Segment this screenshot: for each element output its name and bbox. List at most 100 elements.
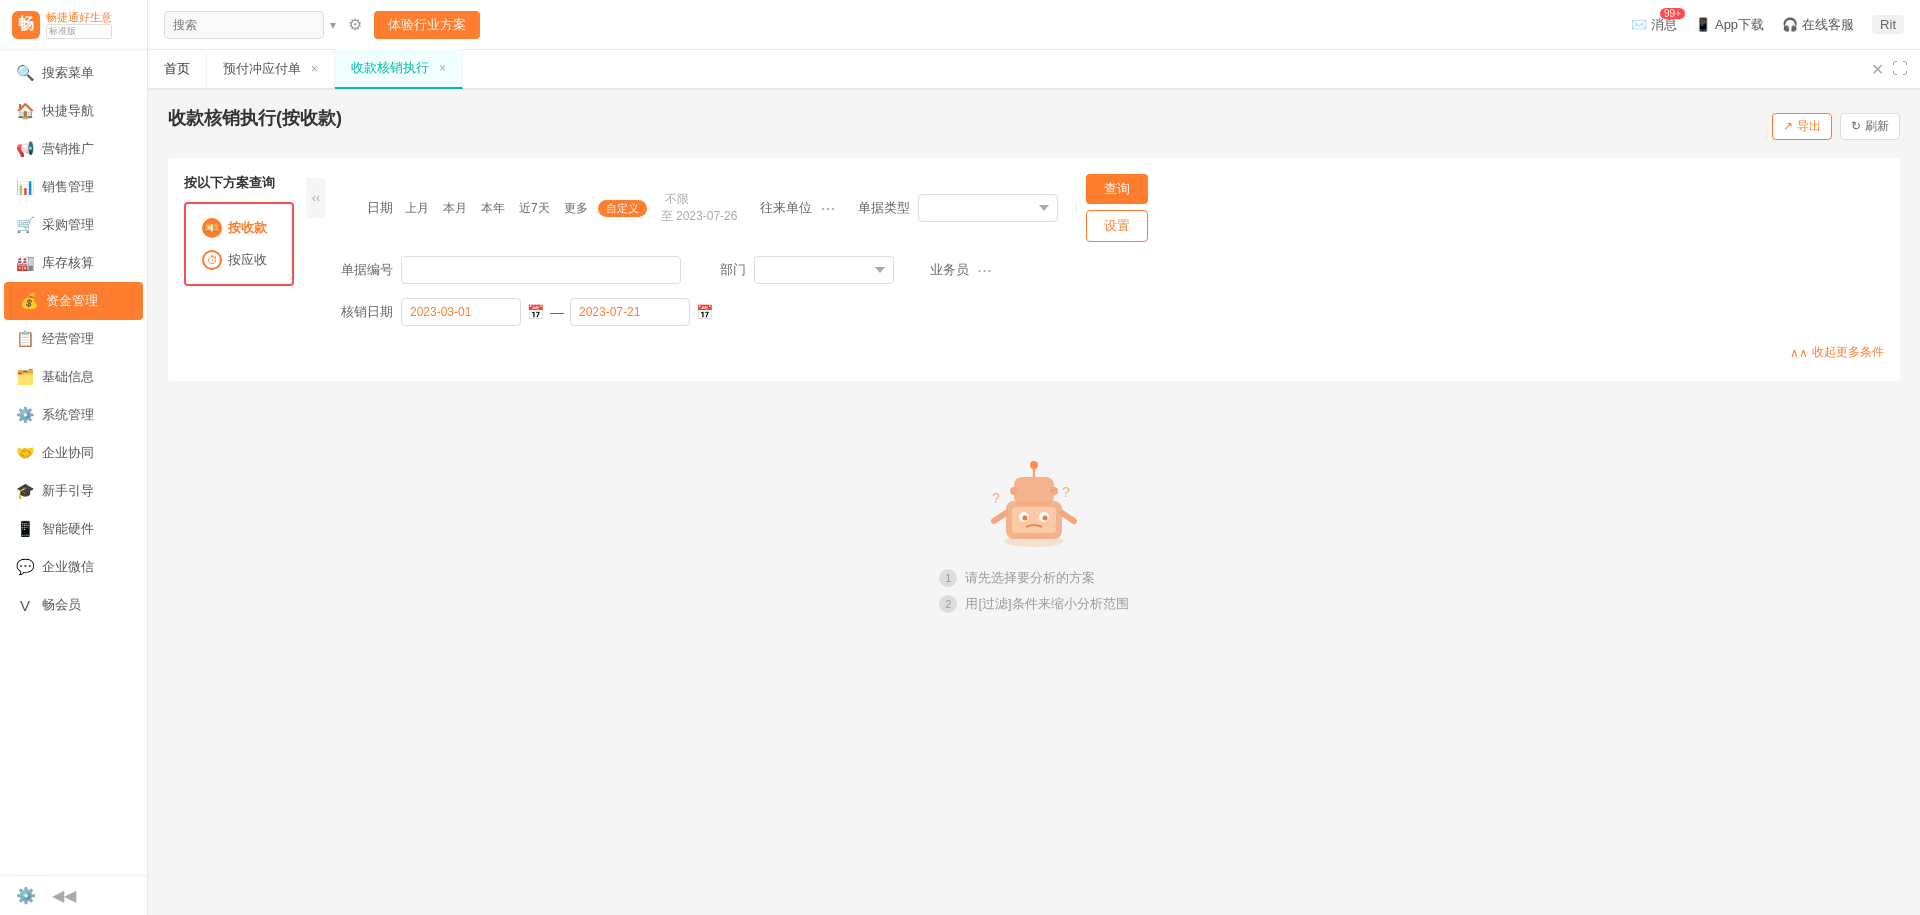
salesperson-input[interactable]: ···	[977, 260, 992, 281]
svg-rect-2	[1012, 507, 1056, 533]
settings-bottom-icon[interactable]: ⚙️	[16, 886, 36, 905]
writeoff-end-input[interactable]	[570, 298, 690, 326]
sidebar-item-inventory[interactable]: 🏭 库存核算	[0, 244, 147, 282]
filter-option-by-receivable[interactable]: ⏱ 按应收	[194, 244, 284, 276]
date-btn-more[interactable]: 更多	[560, 198, 592, 219]
bill-no-input[interactable]	[401, 256, 681, 284]
dept-select[interactable]	[754, 256, 894, 284]
basic-icon: 🗂️	[16, 368, 34, 386]
settings-button[interactable]: 设置	[1086, 210, 1148, 242]
sidebar-item-search[interactable]: 🔍 搜索菜单	[0, 54, 147, 92]
purchase-icon: 🛒	[16, 216, 34, 234]
counterparty-input[interactable]: ···	[820, 198, 835, 219]
sidebar-item-cooperation[interactable]: 🤝 企业协同	[0, 434, 147, 472]
sidebar: 畅 畅捷通好生意 标准版 🔍 搜索菜单 🏠 快捷导航 📢 营销推广 📊 销售管理…	[0, 0, 148, 915]
sidebar-item-wechat[interactable]: 💬 企业微信	[0, 548, 147, 586]
member-icon: V	[16, 596, 34, 614]
topbar-user[interactable]: Rit	[1872, 15, 1904, 34]
svg-point-6	[1043, 516, 1048, 521]
filter-sidebar-title: 按以下方案查询	[184, 174, 294, 192]
collapse-sidebar-icon[interactable]: ◀◀	[52, 886, 76, 905]
topbar-search-input[interactable]	[164, 11, 324, 39]
inventory-icon: 🏭	[16, 254, 34, 272]
sidebar-item-purchase-label: 采购管理	[42, 216, 94, 234]
sidebar-item-marketing[interactable]: 📢 营销推广	[0, 130, 147, 168]
service-label: 在线客服	[1802, 16, 1854, 34]
topbar-chevron-icon[interactable]: ▾	[330, 18, 336, 32]
tab-receipts-close[interactable]: ×	[439, 61, 446, 75]
date-btn-this-year[interactable]: 本年	[477, 198, 509, 219]
topbar-app-download[interactable]: 📱 App下载	[1695, 16, 1764, 34]
writeoff-date-label: 核销日期	[338, 303, 393, 321]
date-btn-custom[interactable]: 自定义	[598, 200, 647, 217]
sidebar-item-hardware[interactable]: 📱 智能硬件	[0, 510, 147, 548]
sidebar-item-member[interactable]: V 畅会员	[0, 586, 147, 624]
bill-type-label: 单据类型	[855, 199, 910, 217]
dept-label: 部门	[701, 261, 746, 279]
date-btn-this-month[interactable]: 本月	[439, 198, 471, 219]
filter-option-receipt-label: 按收款	[228, 219, 267, 237]
bill-no-label: 单据编号	[338, 261, 393, 279]
tip-text-2: 用[过滤]条件来缩小分析范围	[965, 595, 1128, 613]
tabbar: 首页 预付冲应付单 × 收款核销执行 × ✕ ⛶	[148, 50, 1920, 90]
app-logo-text-group: 畅捷通好生意 标准版	[46, 10, 112, 39]
tab-close-all-icon[interactable]: ✕	[1871, 60, 1884, 79]
writeoff-start-cal-icon[interactable]: 📅	[527, 304, 544, 320]
filter-collapse-toggle[interactable]: ‹‹	[306, 178, 326, 218]
collapse-more-btn[interactable]: ∧∧ 收起更多条件	[338, 340, 1884, 365]
filter-option-receivable-label: 按应收	[228, 251, 267, 269]
topbar-online-service[interactable]: 🎧 在线客服	[1782, 16, 1854, 34]
tab-home-label: 首页	[164, 60, 190, 78]
sidebar-item-quicknav[interactable]: 🏠 快捷导航	[0, 92, 147, 130]
refresh-button[interactable]: ↻ 刷新	[1840, 113, 1900, 140]
filter-field-dept: 部门	[701, 256, 894, 284]
tab-home[interactable]: 首页	[148, 49, 207, 89]
industry-solution-button[interactable]: 体验行业方案	[374, 11, 480, 39]
topbar-gear-icon[interactable]: ⚙	[348, 15, 362, 34]
sidebar-item-basic[interactable]: 🗂️ 基础信息	[0, 358, 147, 396]
date-to-value: 至 2023-07-26	[661, 208, 738, 225]
sidebar-item-business[interactable]: 📋 经营管理	[0, 320, 147, 358]
writeoff-start-input[interactable]	[401, 298, 521, 326]
finance-icon: 💰	[20, 292, 38, 310]
sidebar-item-purchase[interactable]: 🛒 采购管理	[0, 206, 147, 244]
date-label: 日期	[338, 199, 393, 217]
system-icon: ⚙️	[16, 406, 34, 424]
filter-field-salesperson: 业务员 ···	[914, 260, 992, 281]
search-menu-icon: 🔍	[16, 64, 34, 82]
tab-prepay[interactable]: 预付冲应付单 ×	[207, 49, 335, 89]
sidebar-item-guide[interactable]: 🎓 新手引导	[0, 472, 147, 510]
tab-receipts[interactable]: 收款核销执行 ×	[335, 49, 463, 89]
bill-type-select[interactable]	[918, 194, 1058, 222]
topbar: ▾ ⚙ 体验行业方案 ✉️ 消息 99+ 📱 App下载 🎧 在线客服 Rit	[148, 0, 1920, 50]
tip-num-2: 2	[939, 595, 957, 613]
svg-point-11	[1050, 487, 1058, 495]
filter-row-1: 日期 上月 本月 本年 近7天 更多 自定义 不限 至 2023-07-26	[338, 174, 1884, 242]
export-button[interactable]: ↗ 导出	[1772, 113, 1832, 140]
filter-field-writeoff-date: 核销日期 📅 — 📅	[338, 298, 713, 326]
date-btn-last-month[interactable]: 上月	[401, 198, 433, 219]
tab-expand-icon[interactable]: ⛶	[1892, 60, 1908, 78]
tab-prepay-close[interactable]: ×	[311, 62, 318, 76]
sidebar-item-basic-label: 基础信息	[42, 368, 94, 386]
date-btn-7days[interactable]: 近7天	[515, 198, 554, 219]
query-button[interactable]: 查询	[1086, 174, 1148, 204]
sidebar-item-sales[interactable]: 📊 销售管理	[0, 168, 147, 206]
empty-robot-illustration: ? ?	[984, 453, 1084, 553]
sidebar-item-inventory-label: 库存核算	[42, 254, 94, 272]
filter-field-bill-no: 单据编号	[338, 256, 681, 284]
date-no-limit: 不限	[665, 191, 738, 208]
date-options: 上月 本月 本年 近7天 更多 自定义	[401, 198, 647, 219]
filter-option-by-receipt[interactable]: 💴 按收款	[194, 212, 284, 244]
collapse-more-label: 收起更多条件	[1812, 344, 1884, 361]
topbar-message[interactable]: ✉️ 消息 99+	[1631, 16, 1677, 34]
sidebar-item-finance[interactable]: 💰 资金管理	[4, 282, 143, 320]
home-icon: 🏠	[16, 102, 34, 120]
app-download-label: App下载	[1715, 16, 1764, 34]
svg-line-13	[1062, 513, 1074, 521]
writeoff-end-cal-icon[interactable]: 📅	[696, 304, 713, 320]
sidebar-item-system-label: 系统管理	[42, 406, 94, 424]
export-icon: ↗	[1783, 119, 1793, 133]
sidebar-item-system[interactable]: ⚙️ 系统管理	[0, 396, 147, 434]
cooperation-icon: 🤝	[16, 444, 34, 462]
